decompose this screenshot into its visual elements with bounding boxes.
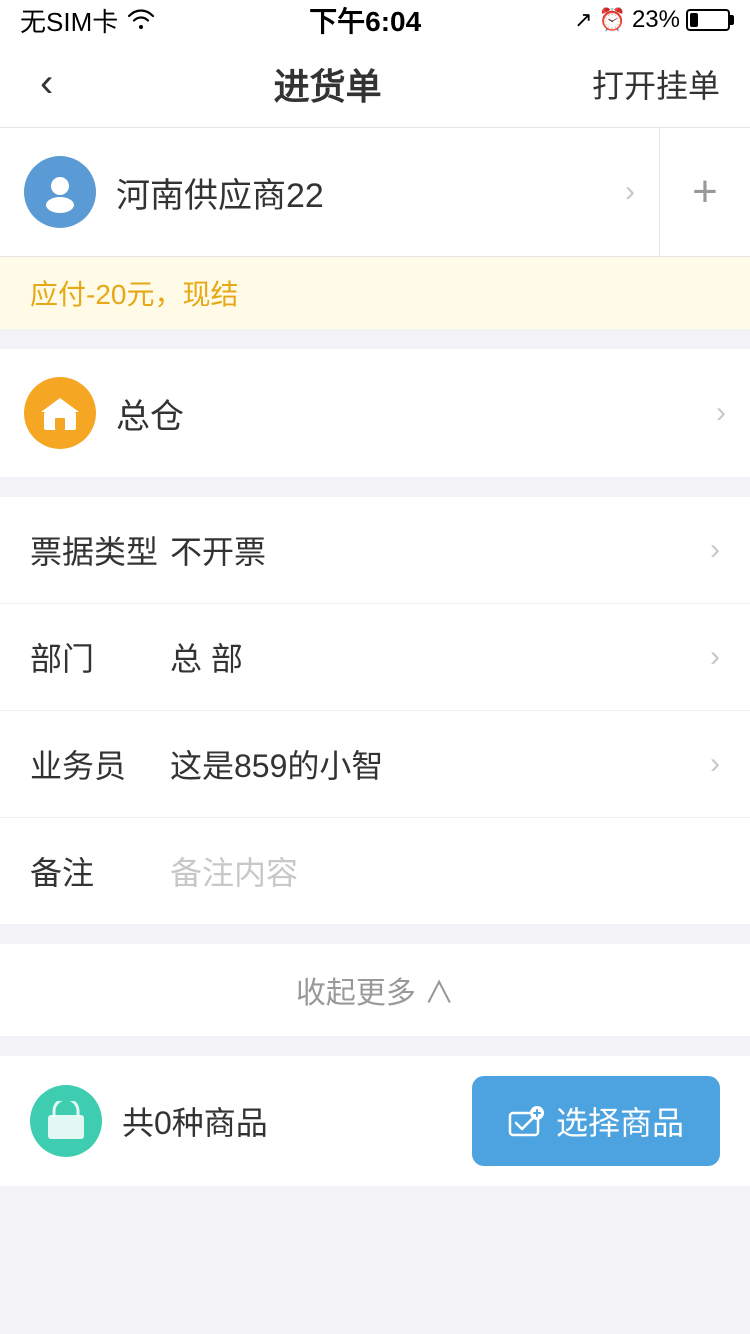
- warehouse-icon: [24, 377, 96, 449]
- department-label: 部门: [30, 634, 170, 680]
- department-row[interactable]: 部门 总 部 ›: [0, 604, 750, 711]
- salesperson-value: 这是859的小智: [170, 741, 710, 787]
- salesperson-chevron-icon: ›: [710, 747, 720, 781]
- notes-placeholder: 备注内容: [170, 848, 720, 894]
- warehouse-chevron-icon: ›: [716, 396, 726, 430]
- page-title: 进货单: [274, 58, 382, 110]
- supplier-row[interactable]: 河南供应商22 ›: [0, 128, 659, 256]
- collapse-label: 收起更多 ∧: [296, 968, 454, 1012]
- supplier-section: 河南供应商22 › +: [0, 128, 750, 257]
- salesperson-label: 业务员: [30, 741, 170, 787]
- back-button[interactable]: ‹: [30, 51, 63, 116]
- invoice-type-label: 票据类型: [30, 527, 170, 573]
- status-time: 下午6:04: [309, 0, 421, 40]
- nav-bar: ‹ 进货单 打开挂单: [0, 40, 750, 128]
- invoice-type-value: 不开票: [170, 527, 710, 573]
- battery-percent: 23%: [632, 6, 680, 34]
- open-pending-button[interactable]: 打开挂单: [592, 61, 720, 107]
- collapse-bar[interactable]: 收起更多 ∧: [0, 944, 750, 1036]
- notes-row[interactable]: 备注 备注内容: [0, 818, 750, 924]
- alarm-icon: ⏰: [599, 7, 626, 33]
- content-area: 河南供应商22 › + 应付-20元，现结 总仓 › 票据类型 不开票 ›: [0, 128, 750, 1186]
- supplier-chevron-icon: ›: [625, 175, 635, 209]
- department-value: 总 部: [170, 634, 710, 680]
- department-chevron-icon: ›: [710, 640, 720, 674]
- wifi-icon: [126, 5, 156, 36]
- warehouse-name: 总仓: [116, 389, 696, 438]
- invoice-type-chevron-icon: ›: [710, 533, 720, 567]
- status-right: ↗ ⏰ 23%: [574, 6, 730, 34]
- add-supplier-button[interactable]: +: [660, 128, 750, 256]
- status-left: 无SIM卡: [20, 2, 156, 39]
- product-count: 共0种商品: [122, 1098, 452, 1144]
- supplier-avatar: [24, 156, 96, 228]
- invoice-type-row[interactable]: 票据类型 不开票 ›: [0, 497, 750, 604]
- supplier-name: 河南供应商22: [116, 168, 605, 217]
- status-bar: 无SIM卡 下午6:04 ↗ ⏰ 23%: [0, 0, 750, 40]
- battery-icon: [686, 9, 730, 31]
- notice-bar: 应付-20元，现结: [0, 257, 750, 329]
- location-icon: ↗: [574, 7, 592, 33]
- product-icon: [30, 1085, 102, 1157]
- select-product-button[interactable]: 选择商品: [472, 1076, 720, 1166]
- notice-text: 应付-20元，现结: [30, 279, 238, 310]
- bottom-bar: 共0种商品 选择商品: [0, 1056, 750, 1186]
- select-product-label: 选择商品: [556, 1098, 684, 1144]
- carrier-label: 无SIM卡: [20, 2, 118, 39]
- salesperson-row[interactable]: 业务员 这是859的小智 ›: [0, 711, 750, 818]
- plus-icon: +: [692, 167, 718, 217]
- warehouse-row[interactable]: 总仓 ›: [0, 349, 750, 477]
- notes-label: 备注: [30, 848, 170, 894]
- form-section: 票据类型 不开票 › 部门 总 部 › 业务员 这是859的小智 › 备注 备注…: [0, 497, 750, 924]
